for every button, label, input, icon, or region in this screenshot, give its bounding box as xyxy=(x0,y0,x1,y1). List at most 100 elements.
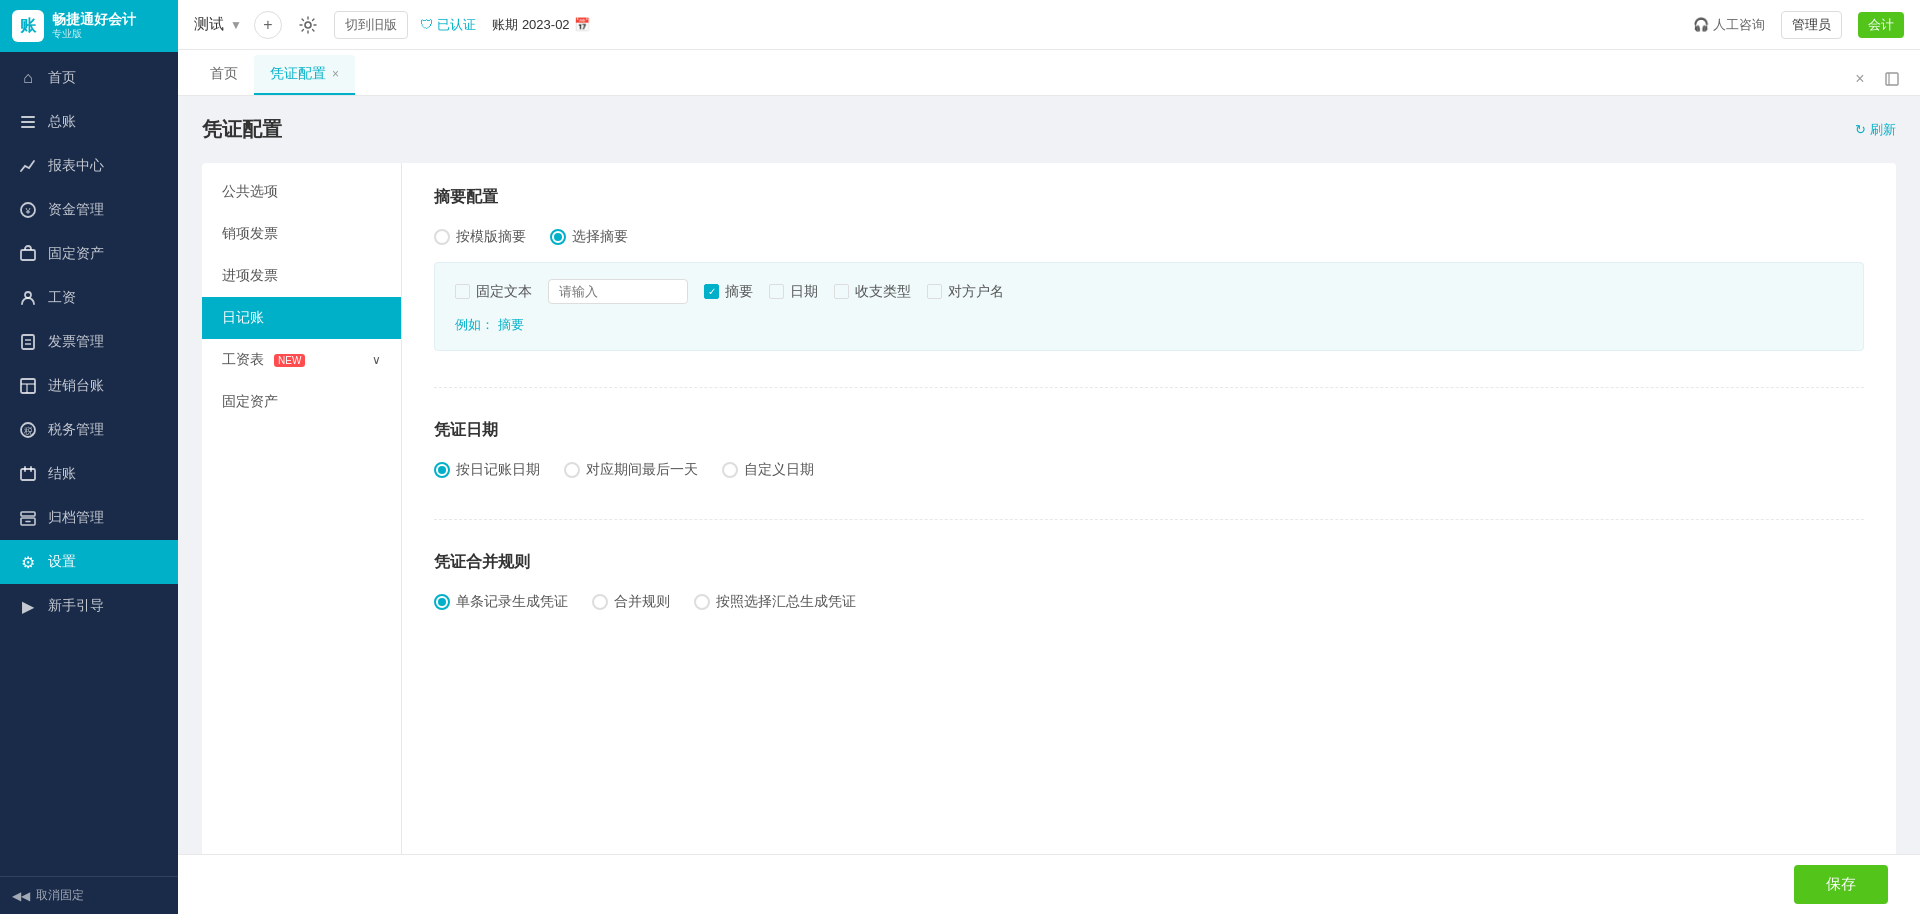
fixed-text-label: 固定文本 xyxy=(476,283,532,301)
nav-purchase-invoice[interactable]: 进项发票 xyxy=(202,255,401,297)
sidebar-item-home[interactable]: ⌂ 首页 xyxy=(0,56,178,100)
sidebar-item-tax[interactable]: 税 税务管理 xyxy=(0,408,178,452)
user-menu-button[interactable]: 管理员 xyxy=(1781,11,1842,39)
invoice-mgmt-icon xyxy=(18,332,38,352)
fixed-text-input[interactable] xyxy=(548,279,688,304)
new-badge: NEW xyxy=(274,354,305,367)
sidebar-collapse-button[interactable]: ◀◀ 取消固定 xyxy=(0,876,178,914)
role-badge: 会计 xyxy=(1858,12,1904,38)
radio-journal-date-circle xyxy=(434,462,450,478)
nav-journal[interactable]: 日记账 xyxy=(202,297,401,339)
radio-select-circle xyxy=(550,229,566,245)
counterparty-label: 对方户名 xyxy=(948,283,1004,301)
radio-custom-date[interactable]: 自定义日期 xyxy=(722,461,814,479)
nav-payroll-table[interactable]: 工资表 NEW ∨ xyxy=(202,339,401,381)
radio-custom-date-circle xyxy=(722,462,738,478)
sidebar-label-capital: 资金管理 xyxy=(48,201,104,219)
company-selector[interactable]: 测试 ▼ xyxy=(194,15,242,34)
radio-journal-date-label: 按日记账日期 xyxy=(456,461,540,479)
fixed-text-checkbox xyxy=(455,284,470,299)
sidebar-label-invoice-mgmt: 发票管理 xyxy=(48,333,104,351)
guide-icon: ▶ xyxy=(18,596,38,616)
sidebar-item-settings[interactable]: ⚙ 设置 xyxy=(0,540,178,584)
expand-window-button[interactable] xyxy=(1880,67,1904,91)
svg-rect-7 xyxy=(22,335,34,349)
calendar-icon[interactable]: 📅 xyxy=(574,17,590,32)
sidebar-item-sales-ledger[interactable]: 进销台账 xyxy=(0,364,178,408)
save-button[interactable]: 保存 xyxy=(1794,865,1888,904)
sidebar-item-archive[interactable]: 归档管理 xyxy=(0,496,178,540)
tab-close-icon[interactable]: × xyxy=(332,67,339,81)
sidebar-item-ledger[interactable]: 总账 xyxy=(0,100,178,144)
topbar-settings-button[interactable] xyxy=(294,11,322,39)
nav-fixed-assets[interactable]: 固定资产 xyxy=(202,381,401,423)
sidebar-item-payroll[interactable]: 工资 xyxy=(0,276,178,320)
page-title: 凭证配置 xyxy=(202,116,282,143)
summary-config-section: 摘要配置 按模版摘要 选择摘要 xyxy=(434,187,1864,388)
sidebar-item-close[interactable]: 结账 xyxy=(0,452,178,496)
checkbox-summary[interactable]: ✓ 摘要 xyxy=(704,283,753,301)
add-company-button[interactable]: + xyxy=(254,11,282,39)
radio-select-summary-label: 按照选择汇总生成凭证 xyxy=(716,593,856,611)
sidebar-label-guide: 新手引导 xyxy=(48,597,104,615)
example-value: 摘要 xyxy=(498,317,524,332)
radio-template-circle xyxy=(434,229,450,245)
tab-voucher-config[interactable]: 凭证配置 × xyxy=(254,55,355,95)
nav-sales-invoice-label: 销项发票 xyxy=(222,225,278,243)
nav-public-options[interactable]: 公共选项 xyxy=(202,171,401,213)
payroll-icon xyxy=(18,288,38,308)
sidebar-logo[interactable]: 账 畅捷通好会计 专业版 xyxy=(0,0,178,52)
sidebar-label-close: 结账 xyxy=(48,465,76,483)
archive-icon xyxy=(18,508,38,528)
svg-rect-22 xyxy=(1886,73,1898,85)
close-window-button[interactable]: × xyxy=(1848,67,1872,91)
checkbox-date[interactable]: 日期 xyxy=(769,283,818,301)
radio-journal-date[interactable]: 按日记账日期 xyxy=(434,461,540,479)
example-prefix: 例如： xyxy=(455,317,494,332)
svg-rect-15 xyxy=(21,469,35,480)
radio-single-circle xyxy=(434,594,450,610)
sidebar-item-capital[interactable]: ¥ 资金管理 xyxy=(0,188,178,232)
radio-merge-rule[interactable]: 合并规则 xyxy=(592,593,670,611)
capital-icon: ¥ xyxy=(18,200,38,220)
svg-rect-2 xyxy=(21,126,35,128)
sidebar-item-invoice-mgmt[interactable]: 发票管理 xyxy=(0,320,178,364)
date-checkbox-label: 日期 xyxy=(790,283,818,301)
checkbox-fixed-text[interactable]: 固定文本 xyxy=(455,283,532,301)
svg-rect-18 xyxy=(21,512,35,516)
sidebar-item-assets[interactable]: 固定资产 xyxy=(0,232,178,276)
sidebar-item-guide[interactable]: ▶ 新手引导 xyxy=(0,584,178,628)
radio-single-record[interactable]: 单条记录生成凭证 xyxy=(434,593,568,611)
radio-merge-rule-label: 合并规则 xyxy=(614,593,670,611)
period-value: 2023-02 xyxy=(522,17,570,32)
collapse-label: 取消固定 xyxy=(36,887,84,904)
summary-radio-group: 按模版摘要 选择摘要 xyxy=(434,228,1864,246)
save-button-bar: 保存 xyxy=(178,854,1920,914)
switch-old-version-button[interactable]: 切到旧版 xyxy=(334,11,408,39)
radio-select-summary[interactable]: 选择摘要 xyxy=(550,228,628,246)
shield-icon: 🛡 xyxy=(420,17,433,32)
sidebar-label-settings: 设置 xyxy=(48,553,76,571)
radio-template-summary[interactable]: 按模版摘要 xyxy=(434,228,526,246)
tab-bar-actions: × xyxy=(1848,67,1904,95)
sidebar-label-payroll: 工资 xyxy=(48,289,76,307)
sales-ledger-icon xyxy=(18,376,38,396)
svg-rect-1 xyxy=(21,121,35,123)
radio-template-label: 按模版摘要 xyxy=(456,228,526,246)
radio-select-summary[interactable]: 按照选择汇总生成凭证 xyxy=(694,593,856,611)
company-name: 测试 xyxy=(194,15,224,34)
tab-home[interactable]: 首页 xyxy=(194,55,254,95)
certified-badge: 🛡 已认证 xyxy=(420,16,476,34)
refresh-button[interactable]: ↻ 刷新 xyxy=(1855,121,1896,139)
sidebar-label-home: 首页 xyxy=(48,69,76,87)
content-area: 凭证配置 ↻ 刷新 公共选项 销项发票 xyxy=(178,96,1920,914)
customer-service-button[interactable]: 🎧 人工咨询 xyxy=(1693,16,1765,34)
checkbox-payment-type[interactable]: 收支类型 xyxy=(834,283,911,301)
radio-period-last-day[interactable]: 对应期间最后一天 xyxy=(564,461,698,479)
collapse-arrow-icon: ◀◀ xyxy=(12,889,30,903)
nav-sales-invoice[interactable]: 销项发票 xyxy=(202,213,401,255)
tab-home-label: 首页 xyxy=(210,65,238,83)
logo-title: 畅捷通好会计 xyxy=(52,11,136,28)
sidebar-item-reports[interactable]: 报表中心 xyxy=(0,144,178,188)
checkbox-counterparty[interactable]: 对方户名 xyxy=(927,283,1004,301)
